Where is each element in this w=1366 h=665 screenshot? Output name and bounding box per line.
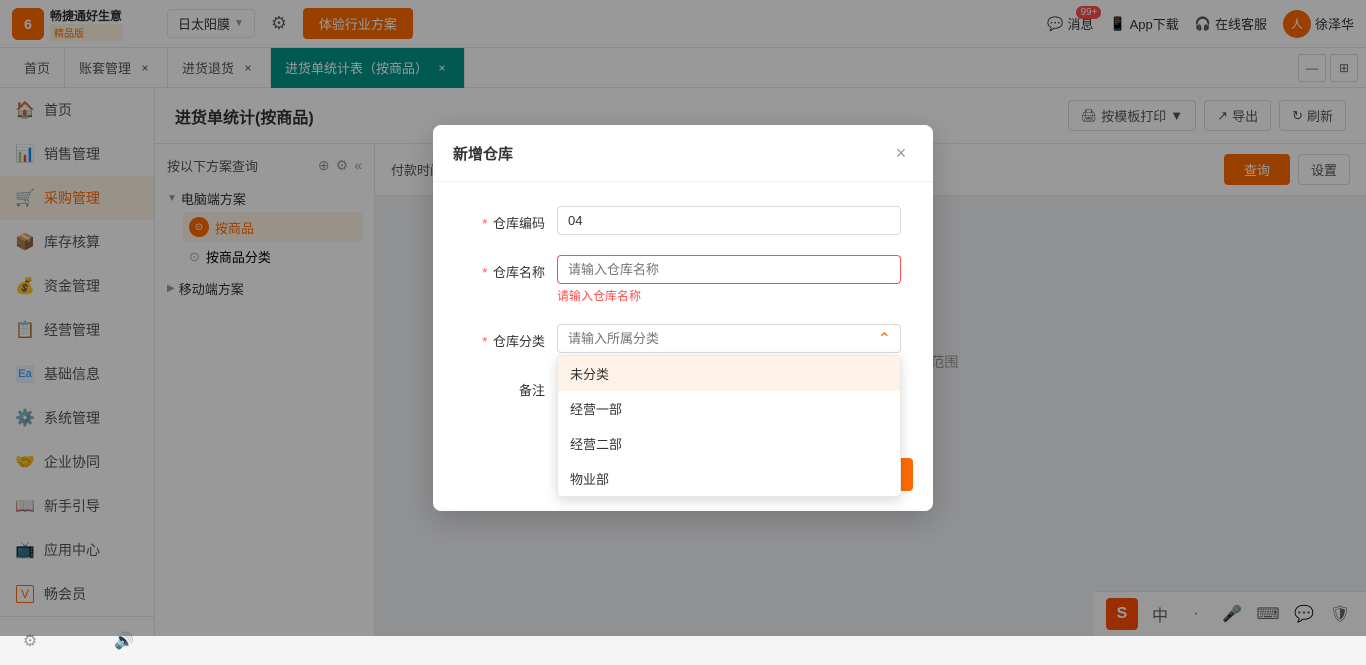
name-field: 请输入仓库名称 xyxy=(557,255,901,304)
category-dropdown-arrow[interactable]: ⌃ xyxy=(878,329,891,349)
category-field: ⌃ 未分类 经营一部 经营二部 物业部 xyxy=(557,324,901,353)
modal-overlay: 新增仓库 × * 仓库编码 * 仓库名称 xyxy=(0,0,1366,636)
category-dropdown-list: 未分类 经营一部 经营二部 物业部 xyxy=(557,355,901,497)
modal-header: 新增仓库 × xyxy=(433,125,933,182)
name-form-row: * 仓库名称 请输入仓库名称 xyxy=(465,255,901,304)
name-label: * 仓库名称 xyxy=(465,255,545,281)
code-label: * 仓库编码 xyxy=(465,206,545,232)
modal-title: 新增仓库 xyxy=(453,143,513,164)
name-input[interactable] xyxy=(557,255,901,284)
category-form-row: * 仓库分类 ⌃ 未分类 经营一部 经营二部 物业部 xyxy=(465,324,901,353)
code-form-row: * 仓库编码 xyxy=(465,206,901,235)
dropdown-item-uncategorized[interactable]: 未分类 xyxy=(558,356,900,391)
code-input[interactable] xyxy=(557,206,901,235)
code-field xyxy=(557,206,901,235)
dropdown-item-dept1[interactable]: 经营一部 xyxy=(558,391,900,426)
notes-label: 备注 xyxy=(465,373,545,399)
category-input[interactable] xyxy=(557,324,901,353)
category-input-wrap: ⌃ xyxy=(557,324,901,353)
dropdown-item-property[interactable]: 物业部 xyxy=(558,461,900,496)
dropdown-item-dept2[interactable]: 经营二部 xyxy=(558,426,900,461)
category-label: * 仓库分类 xyxy=(465,324,545,350)
modal-close-button[interactable]: × xyxy=(889,141,913,165)
new-warehouse-modal: 新增仓库 × * 仓库编码 * 仓库名称 xyxy=(433,125,933,511)
modal-body: * 仓库编码 * 仓库名称 请输入仓库名称 xyxy=(433,182,933,446)
name-error-message: 请输入仓库名称 xyxy=(557,287,901,304)
